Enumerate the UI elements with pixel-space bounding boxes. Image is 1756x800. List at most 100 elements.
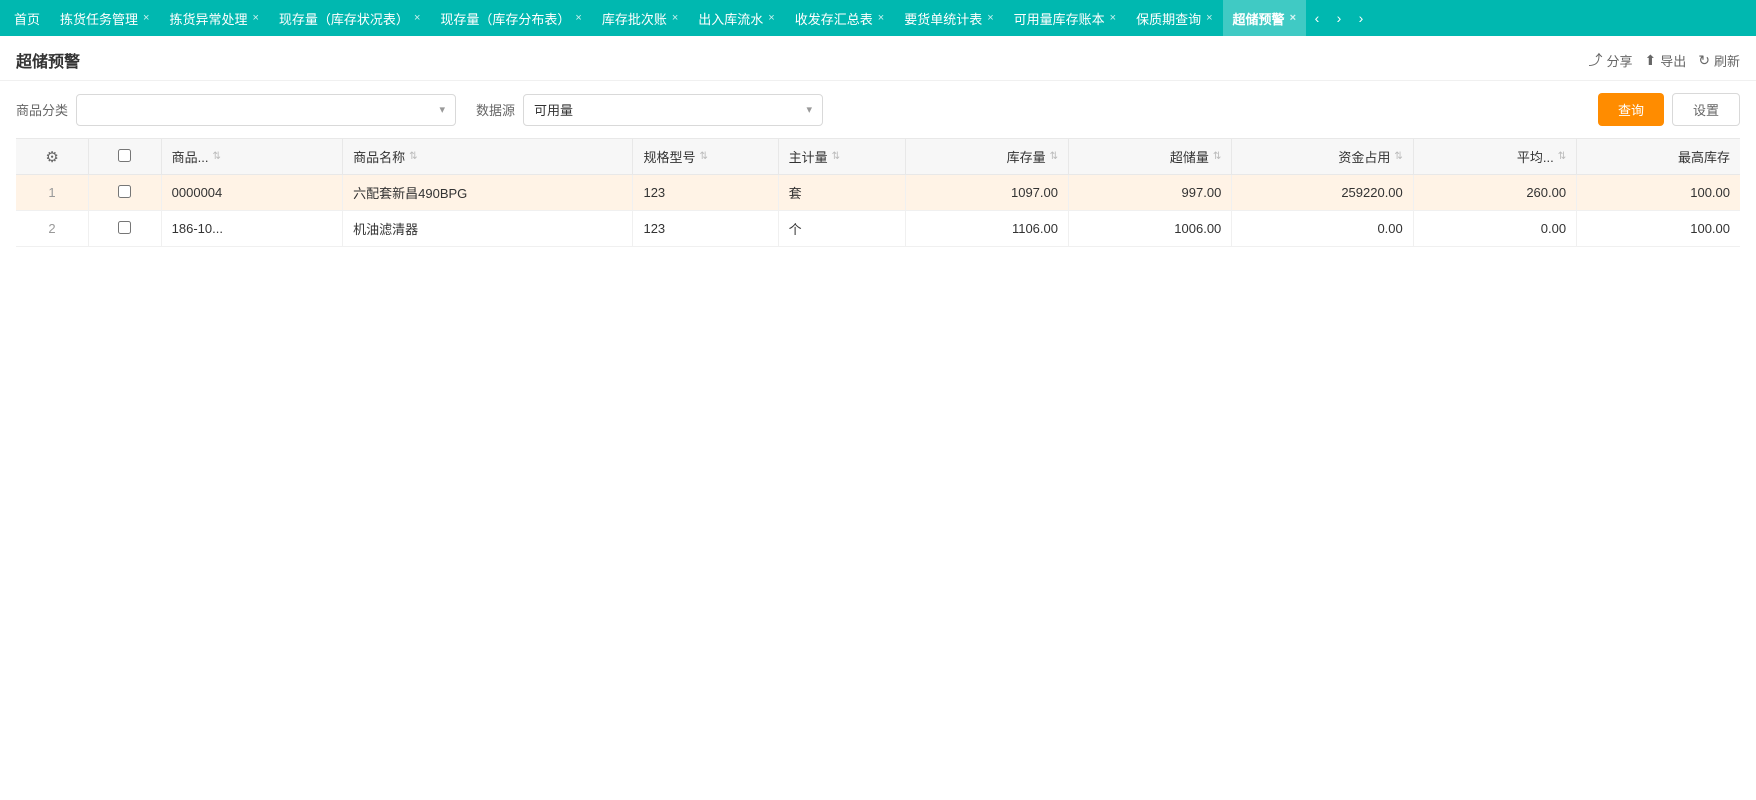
row-stock: 1106.00 xyxy=(905,211,1068,247)
th-avg[interactable]: 平均... ⇅ xyxy=(1413,139,1576,175)
query-button[interactable]: 查询 xyxy=(1598,93,1664,126)
settings-button[interactable]: 设置 xyxy=(1672,93,1740,126)
nav-more-arrow[interactable]: › xyxy=(1350,0,1372,36)
nav-inventory-status[interactable]: 现存量（库存状况表） × xyxy=(269,0,430,36)
row-checkbox[interactable] xyxy=(118,185,131,198)
export-button[interactable]: ⬆ 导出 xyxy=(1645,51,1687,70)
row-avg: 0.00 xyxy=(1413,211,1576,247)
row-avg: 260.00 xyxy=(1413,175,1576,211)
th-capital[interactable]: 资金占用 ⇅ xyxy=(1232,139,1413,175)
close-tab-1[interactable]: × xyxy=(143,12,149,24)
nav-available-book[interactable]: 可用量库存账本 × xyxy=(1004,0,1126,36)
page-header: 超储预警 ⤴ 分享 ⬆ 导出 ↻ 刷新 xyxy=(0,36,1756,81)
nav-expiry[interactable]: 保质期查询 × xyxy=(1126,0,1222,36)
share-button[interactable]: ⤴ 分享 xyxy=(1588,50,1632,70)
nav-task-mgmt[interactable]: 拣货任务管理 × xyxy=(50,0,159,36)
gear-icon[interactable]: ⚙ xyxy=(45,149,58,166)
row-stock: 1097.00 xyxy=(905,175,1068,211)
th-code[interactable]: 商品... ⇅ xyxy=(161,139,342,175)
row-checkbox-cell[interactable] xyxy=(89,175,162,211)
row-name: 机油滤清器 xyxy=(343,211,633,247)
datasource-filter: 数据源 可用量 ▾ xyxy=(476,94,823,126)
nav-inventory-dist[interactable]: 现存量（库存分布表） × xyxy=(430,0,591,36)
close-tab-11[interactable]: × xyxy=(1290,12,1296,24)
page-content: 超储预警 ⤴ 分享 ⬆ 导出 ↻ 刷新 商品分类 ▾ 数据源 xyxy=(0,36,1756,800)
category-chevron-icon: ▾ xyxy=(439,103,445,116)
datasource-label: 数据源 xyxy=(476,100,515,119)
nav-inout-flow[interactable]: 出入库流水 × xyxy=(688,0,784,36)
overstock-table: ⚙ 商品... ⇅ 商品名称 ⇅ xyxy=(16,138,1740,247)
th-unit[interactable]: 主计量 ⇅ xyxy=(778,139,905,175)
th-checkbox xyxy=(89,139,162,175)
close-tab-9[interactable]: × xyxy=(1110,12,1116,24)
sort-code-icon: ⇅ xyxy=(213,151,221,162)
th-spec[interactable]: 规格型号 ⇅ xyxy=(633,139,778,175)
row-checkbox-cell[interactable] xyxy=(89,211,162,247)
category-select[interactable]: ▾ xyxy=(76,94,456,126)
filter-area: 商品分类 ▾ 数据源 可用量 ▾ 查询 设置 xyxy=(0,81,1756,138)
row-checkbox[interactable] xyxy=(118,221,131,234)
th-maxstock[interactable]: 最高库存 xyxy=(1577,139,1740,175)
th-settings[interactable]: ⚙ xyxy=(16,139,89,175)
category-label: 商品分类 xyxy=(16,100,68,119)
select-all-checkbox[interactable] xyxy=(118,149,131,162)
filter-actions: 查询 设置 xyxy=(1598,93,1740,126)
close-tab-3[interactable]: × xyxy=(414,12,420,24)
nav-summary[interactable]: 收发存汇总表 × xyxy=(785,0,894,36)
nav-batch[interactable]: 库存批次账 × xyxy=(592,0,688,36)
row-maxstock: 100.00 xyxy=(1577,211,1740,247)
table-body: 1 0000004 六配套新昌490BPG 123 套 1097.00 997.… xyxy=(16,175,1740,247)
close-tab-8[interactable]: × xyxy=(987,12,993,24)
sort-unit-icon: ⇅ xyxy=(832,151,840,162)
datasource-chevron-icon: ▾ xyxy=(807,103,813,116)
table-container: ⚙ 商品... ⇅ 商品名称 ⇅ xyxy=(0,138,1756,247)
row-maxstock: 100.00 xyxy=(1577,175,1740,211)
table-row[interactable]: 1 0000004 六配套新昌490BPG 123 套 1097.00 997.… xyxy=(16,175,1740,211)
close-tab-7[interactable]: × xyxy=(878,12,884,24)
category-filter: 商品分类 ▾ xyxy=(16,94,456,126)
top-navigation: 首页 拣货任务管理 × 拣货异常处理 × 现存量（库存状况表） × 现存量（库存… xyxy=(0,0,1756,36)
datasource-select[interactable]: 可用量 ▾ xyxy=(523,94,823,126)
row-spec: 123 xyxy=(633,175,778,211)
table-row[interactable]: 2 186-10... 机油滤清器 123 个 1106.00 1006.00 … xyxy=(16,211,1740,247)
refresh-button[interactable]: ↻ 刷新 xyxy=(1698,51,1740,70)
row-num-display: 186-10... xyxy=(161,211,342,247)
nav-order-stats[interactable]: 要货单统计表 × xyxy=(894,0,1003,36)
th-over[interactable]: 超储量 ⇅ xyxy=(1068,139,1231,175)
nav-overstock[interactable]: 超储预警 × xyxy=(1223,0,1306,36)
close-tab-2[interactable]: × xyxy=(252,12,258,24)
page-title: 超储预警 xyxy=(16,48,80,72)
row-over: 1006.00 xyxy=(1068,211,1231,247)
nav-next-arrow[interactable]: › xyxy=(1328,0,1350,36)
sort-name-icon: ⇅ xyxy=(409,151,417,162)
table-header-row: ⚙ 商品... ⇅ 商品名称 ⇅ xyxy=(16,139,1740,175)
th-name[interactable]: 商品名称 ⇅ xyxy=(343,139,633,175)
header-actions: ⤴ 分享 ⬆ 导出 ↻ 刷新 xyxy=(1588,50,1740,70)
datasource-value: 可用量 xyxy=(534,100,573,119)
close-tab-4[interactable]: × xyxy=(575,12,581,24)
close-tab-5[interactable]: × xyxy=(672,12,678,24)
export-icon: ⬆ xyxy=(1645,52,1657,69)
close-tab-10[interactable]: × xyxy=(1206,12,1212,24)
row-settings-cell: 2 xyxy=(16,211,89,247)
row-over: 997.00 xyxy=(1068,175,1231,211)
sort-avg-icon: ⇅ xyxy=(1558,151,1566,162)
nav-prev-arrow[interactable]: ‹ xyxy=(1306,0,1328,36)
sort-capital-icon: ⇅ xyxy=(1394,151,1402,162)
close-tab-6[interactable]: × xyxy=(768,12,774,24)
sort-stock-icon: ⇅ xyxy=(1050,151,1058,162)
refresh-icon: ↻ xyxy=(1698,52,1710,69)
nav-exception[interactable]: 拣货异常处理 × xyxy=(159,0,268,36)
nav-home[interactable]: 首页 xyxy=(4,0,50,36)
row-name: 六配套新昌490BPG xyxy=(343,175,633,211)
row-unit: 套 xyxy=(778,175,905,211)
row-capital: 0.00 xyxy=(1232,211,1413,247)
sort-spec-icon: ⇅ xyxy=(699,151,707,162)
row-capital: 259220.00 xyxy=(1232,175,1413,211)
row-num-display: 0000004 xyxy=(161,175,342,211)
th-stock[interactable]: 库存量 ⇅ xyxy=(905,139,1068,175)
row-settings-cell: 1 xyxy=(16,175,89,211)
sort-over-icon: ⇅ xyxy=(1213,151,1221,162)
share-icon: ⤴ xyxy=(1588,50,1602,70)
row-unit: 个 xyxy=(778,211,905,247)
